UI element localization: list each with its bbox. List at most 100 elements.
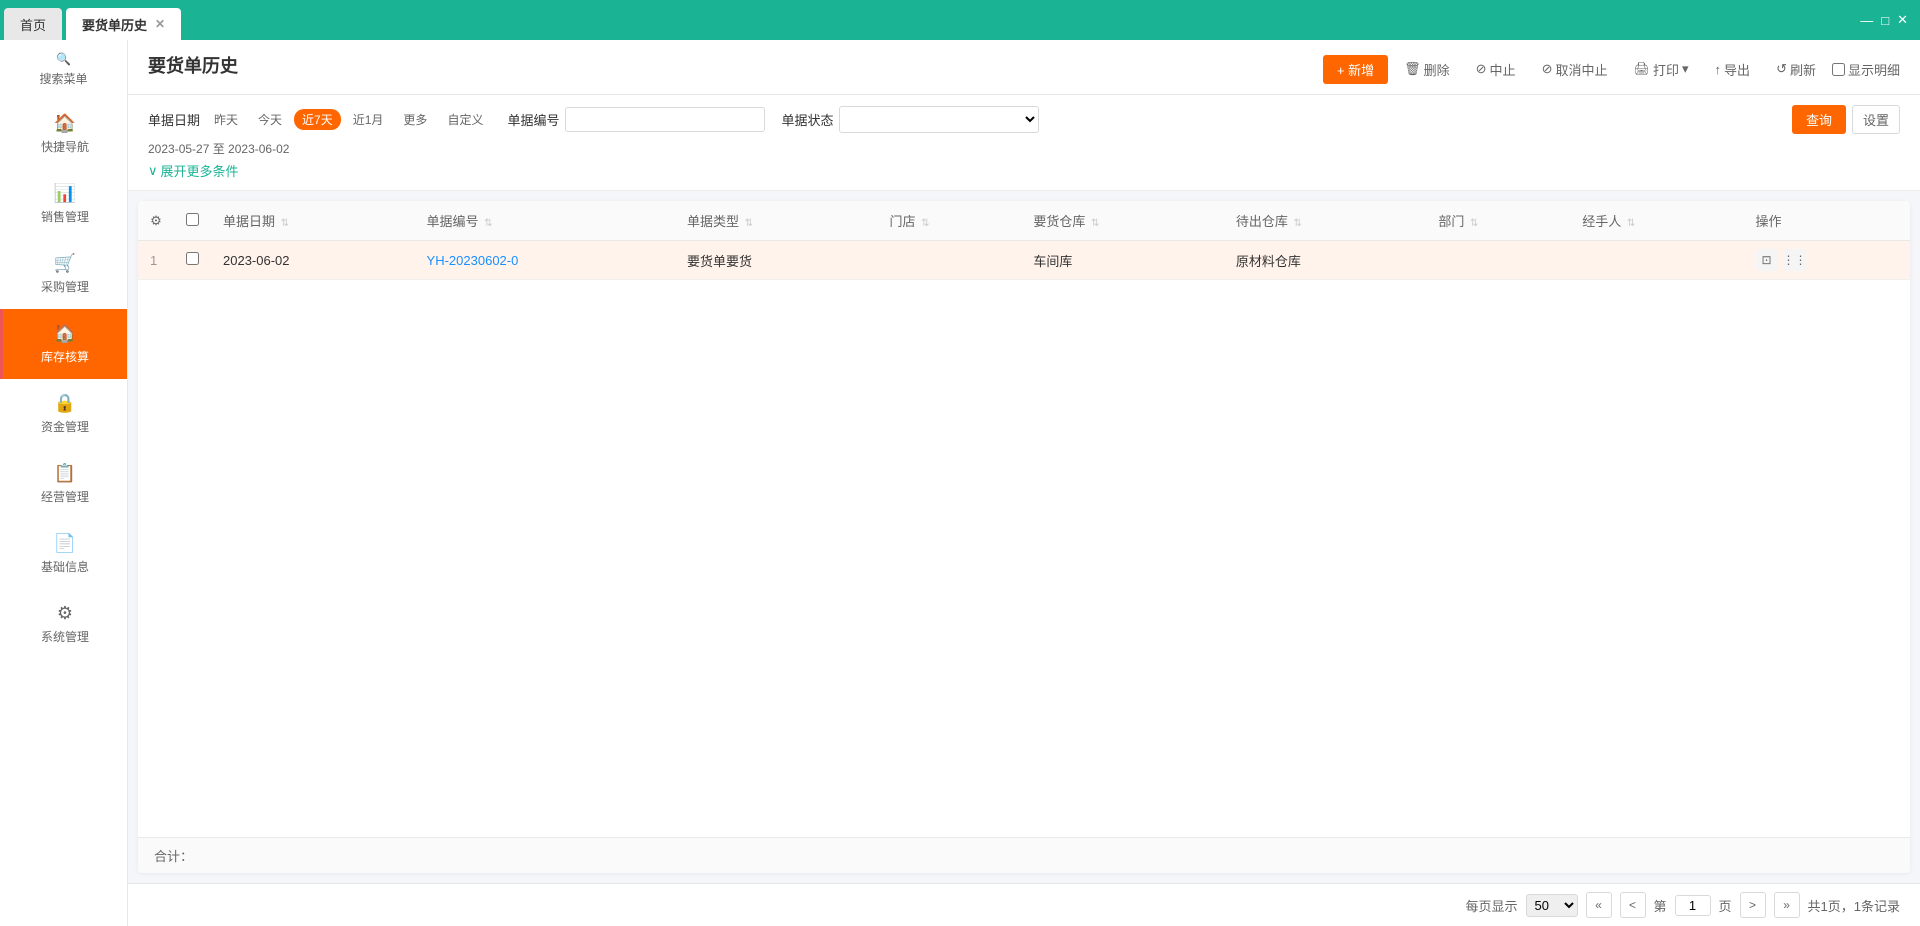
sidebar-search[interactable]: 🔍 搜索菜单 <box>0 40 127 99</box>
row-department <box>1426 241 1570 280</box>
filter-row-2: 2023-05-27 至 2023-06-02 <box>148 140 1900 157</box>
sidebar-item-inventory[interactable]: 🏠 库存核算 <box>0 309 127 379</box>
print-button[interactable]: 🖨 打印 ▾ <box>1623 56 1698 83</box>
row-date: 2023-06-02 <box>211 241 415 280</box>
row-req-warehouse: 车间库 <box>1021 241 1223 280</box>
sidebar-item-basic-info[interactable]: 📄 基础信息 <box>0 519 127 589</box>
window-close[interactable]: ✕ <box>1897 12 1908 28</box>
sidebar-item-quick-nav[interactable]: 🏠 快捷导航 <box>0 99 127 169</box>
new-button[interactable]: + 新增 <box>1323 55 1388 84</box>
sidebar-item-system[interactable]: ⚙ 系统管理 <box>0 589 127 659</box>
col-type[interactable]: 单据类型 ⇅ <box>675 201 877 241</box>
date-btn-today[interactable]: 今天 <box>250 109 290 130</box>
settings-button[interactable]: 设置 <box>1852 105 1900 134</box>
row-checkbox[interactable] <box>186 252 199 265</box>
stop-icon: ⊘ <box>1476 61 1487 77</box>
tab-close-icon[interactable]: ✕ <box>155 17 165 31</box>
col-handler[interactable]: 经手人 ⇅ <box>1570 201 1743 241</box>
sort-icon-department: ⇅ <box>1470 218 1478 229</box>
sort-icon-store: ⇅ <box>921 218 929 229</box>
delete-icon: 🗑 <box>1404 61 1421 77</box>
print-dropdown-icon: ▾ <box>1682 61 1689 77</box>
row-number-link[interactable]: YH-20230602-0 <box>427 253 519 268</box>
date-btn-more[interactable]: 更多 <box>395 109 435 130</box>
bill-status-label: 单据状态 <box>781 110 833 129</box>
refresh-button[interactable]: ↺ 刷新 <box>1766 56 1826 83</box>
tab-requisition-history[interactable]: 要货单历史 ✕ <box>66 8 181 40</box>
row-store <box>877 241 1021 280</box>
filter-group-bill-status: 单据状态 <box>781 106 1039 133</box>
table-footer: 合计： <box>138 837 1910 873</box>
op-more-icon[interactable]: ⋮⋮ <box>1784 249 1806 271</box>
sidebar-item-label: 资金管理 <box>41 418 89 435</box>
bill-number-label: 单据编号 <box>507 110 559 129</box>
expand-row: ∨ 展开更多条件 <box>148 161 1900 180</box>
sidebar-item-finance[interactable]: 🔒 资金管理 <box>0 379 127 449</box>
summary-label: 合计： <box>154 849 193 864</box>
query-button[interactable]: 查询 <box>1792 105 1846 134</box>
col-number[interactable]: 单据编号 ⇅ <box>415 201 675 241</box>
pagination: 每页显示 10 20 50 100 « < 第 页 > » 共1页，1条记录 <box>128 883 1920 926</box>
basic-info-icon: 📄 <box>54 533 76 554</box>
top-bar: 首页 要货单历史 ✕ — □ ✕ <box>0 0 1920 40</box>
op-icons: ⊡ ⋮⋮ <box>1756 249 1899 271</box>
show-detail-checkbox[interactable] <box>1832 63 1845 76</box>
sort-icon-number: ⇅ <box>484 218 492 229</box>
sidebar-item-label: 销售管理 <box>41 208 89 225</box>
tabs-container: 首页 要货单历史 ✕ <box>0 0 181 40</box>
sidebar-item-label: 库存核算 <box>41 348 89 365</box>
requisition-table: ⚙ 单据日期 ⇅ 单据编号 ⇅ 单据类型 ⇅ 门店 ⇅ 要货仓库 ⇅ 待出仓库 … <box>138 201 1910 280</box>
export-icon: ↑ <box>1715 62 1722 77</box>
sidebar-item-operations[interactable]: 📋 经营管理 <box>0 449 127 519</box>
date-btn-yesterday[interactable]: 昨天 <box>206 109 246 130</box>
sales-icon: 📊 <box>54 183 76 204</box>
expand-button[interactable]: ∨ 展开更多条件 <box>148 161 1900 180</box>
sort-icon-date: ⇅ <box>281 218 289 229</box>
date-btn-7days[interactable]: 近7天 <box>294 109 341 130</box>
stop-label: 中止 <box>1490 60 1516 79</box>
col-checkbox <box>174 201 211 241</box>
print-label: 打印 <box>1653 60 1679 79</box>
stop-button[interactable]: ⊘ 中止 <box>1466 56 1526 83</box>
page-number-input[interactable] <box>1675 895 1711 916</box>
date-btn-custom[interactable]: 自定义 <box>439 109 491 130</box>
tab-home-label: 首页 <box>20 15 46 34</box>
row-pending-warehouse: 原材料仓库 <box>1224 241 1426 280</box>
col-pending-warehouse[interactable]: 待出仓库 ⇅ <box>1224 201 1426 241</box>
sidebar-item-sales[interactable]: 📊 销售管理 <box>0 169 127 239</box>
page-header: 要货单历史 + 新增 🗑 删除 ⊘ 中止 ⊘ 取消中止 <box>128 40 1920 95</box>
window-minimize[interactable]: — <box>1860 13 1873 28</box>
sort-icon-type: ⇅ <box>745 218 753 229</box>
bill-status-select[interactable] <box>839 106 1039 133</box>
date-btn-1month[interactable]: 近1月 <box>345 109 392 130</box>
row-number: YH-20230602-0 <box>415 241 675 280</box>
col-settings[interactable]: ⚙ <box>138 201 174 241</box>
cancel-stop-button[interactable]: ⊘ 取消中止 <box>1532 56 1618 83</box>
col-department[interactable]: 部门 ⇅ <box>1426 201 1570 241</box>
last-page-button[interactable]: » <box>1774 892 1800 918</box>
sidebar: 🔍 搜索菜单 🏠 快捷导航 📊 销售管理 🛒 采购管理 🏠 库存核算 🔒 资金管… <box>0 40 128 926</box>
filter-group-bill-number: 单据编号 <box>507 107 765 132</box>
sidebar-item-label: 经营管理 <box>41 488 89 505</box>
col-req-warehouse[interactable]: 要货仓库 ⇅ <box>1021 201 1223 241</box>
operations-icon: 📋 <box>54 463 76 484</box>
window-maximize[interactable]: □ <box>1881 13 1889 28</box>
next-page-button[interactable]: > <box>1740 892 1766 918</box>
first-page-button[interactable]: « <box>1586 892 1612 918</box>
show-detail-toggle[interactable]: 显示明细 <box>1832 60 1900 79</box>
per-page-select[interactable]: 10 20 50 100 <box>1526 894 1578 917</box>
op-view-icon[interactable]: ⊡ <box>1756 249 1778 271</box>
tab-home[interactable]: 首页 <box>4 8 62 40</box>
col-date[interactable]: 单据日期 ⇅ <box>211 201 415 241</box>
delete-button[interactable]: 🗑 删除 <box>1394 56 1460 83</box>
inventory-icon: 🏠 <box>54 323 76 344</box>
page-title: 要货单历史 <box>148 52 238 78</box>
main-content: 要货单历史 + 新增 🗑 删除 ⊘ 中止 ⊘ 取消中止 <box>128 40 1920 926</box>
cancel-stop-icon: ⊘ <box>1542 61 1553 77</box>
sidebar-item-purchase[interactable]: 🛒 采购管理 <box>0 239 127 309</box>
export-button[interactable]: ↑ 导出 <box>1705 56 1761 83</box>
bill-number-input[interactable] <box>565 107 765 132</box>
select-all-checkbox[interactable] <box>186 213 199 226</box>
prev-page-button[interactable]: < <box>1620 892 1646 918</box>
col-store[interactable]: 门店 ⇅ <box>877 201 1021 241</box>
